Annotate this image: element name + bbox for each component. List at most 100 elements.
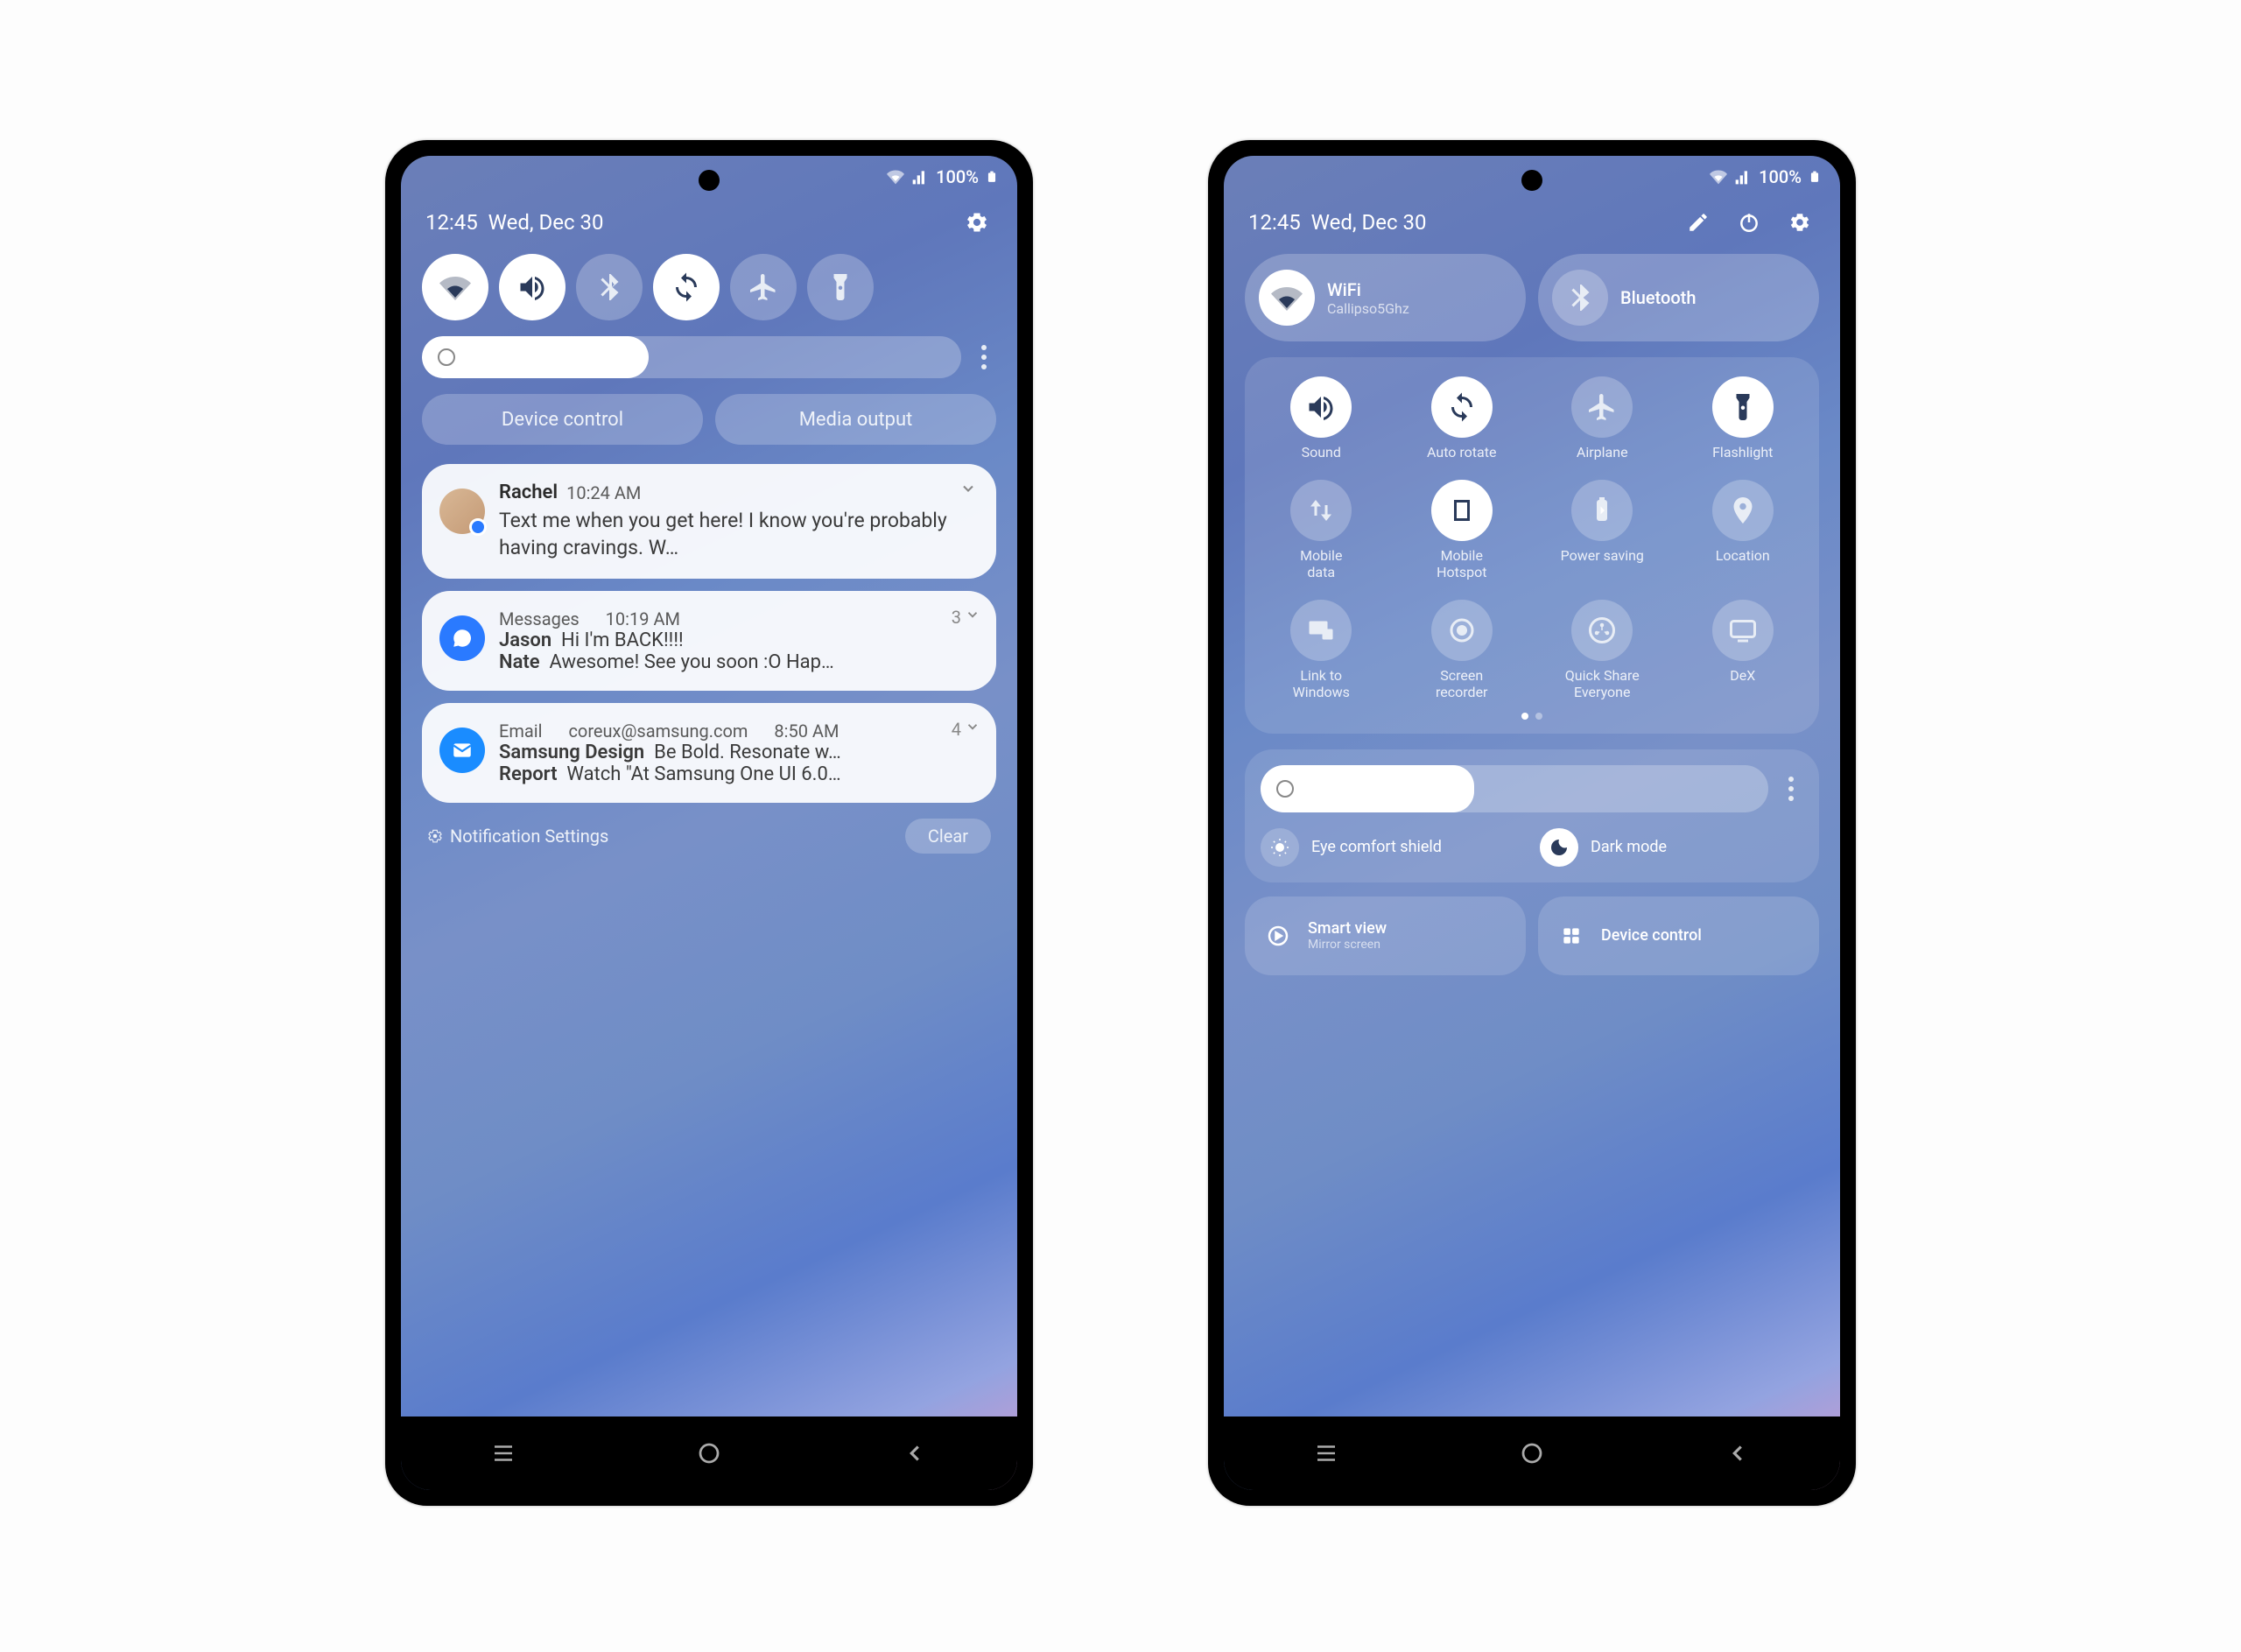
app-name: Messages xyxy=(499,608,580,629)
qs-tile-dex[interactable]: DeX xyxy=(1677,600,1809,700)
eye-comfort-toggle[interactable]: Eye comfort shield xyxy=(1261,828,1524,867)
screenrecorder-icon xyxy=(1431,600,1493,661)
chevron-down-icon[interactable] xyxy=(965,607,980,626)
bluetooth-toggle[interactable] xyxy=(576,254,643,320)
smart-view-tile[interactable]: Smart view Mirror screen xyxy=(1245,896,1526,975)
notification-card[interactable]: Messages 10:19 AM Jason Hi I'm BACK!!!! … xyxy=(422,591,996,691)
home-button[interactable] xyxy=(657,1431,762,1475)
qs-tile-label: Sound xyxy=(1302,445,1341,460)
qs-tile-mobiledata[interactable]: Mobiledata xyxy=(1255,480,1387,580)
chevron-down-icon[interactable] xyxy=(959,480,977,501)
notif-text: Hi I'm BACK!!!! xyxy=(561,629,684,651)
autorotate-icon xyxy=(1431,376,1493,438)
qs-tile-autorotate[interactable]: Auto rotate xyxy=(1396,376,1528,460)
notif-body: Text me when you get here! I know you're… xyxy=(499,507,979,561)
qs-tile-label: Airplane xyxy=(1577,445,1628,460)
bottom-shortcuts: Smart view Mirror screen Device control xyxy=(1224,896,1840,975)
brightness-panel: Eye comfort shield Dark mode xyxy=(1245,749,1819,882)
panel-header: 12:45 Wed, Dec 30 xyxy=(1224,198,1840,254)
qs-tile-linktowindows[interactable]: Link toWindows xyxy=(1255,600,1387,700)
shortcut-pills: Device control Media output xyxy=(401,394,1017,464)
wifi-icon xyxy=(1259,270,1315,326)
brightness-more-button[interactable] xyxy=(972,345,996,369)
qs-tile-label: MobileHotspot xyxy=(1437,548,1486,580)
flashlight-toggle[interactable] xyxy=(807,254,874,320)
power-button[interactable] xyxy=(1733,207,1765,238)
battery-percent: 100% xyxy=(936,166,979,187)
qs-tile-hotspot[interactable]: MobileHotspot xyxy=(1396,480,1528,580)
qs-tile-airplane[interactable]: Airplane xyxy=(1536,376,1668,460)
notif-time: 10:24 AM xyxy=(566,482,641,503)
qs-tile-label: Link toWindows xyxy=(1293,668,1350,700)
notif-text: Watch "At Samsung One UI 6.0… xyxy=(566,763,840,785)
bluetooth-tile-title: Bluetooth xyxy=(1620,287,1696,308)
brightness-more-button[interactable] xyxy=(1779,777,1803,801)
phone-right: 100% 12:45 Wed, Dec 30 WiFi Callipso5Ghz xyxy=(1208,140,1856,1506)
media-output-pill[interactable]: Media output xyxy=(715,394,996,445)
home-button[interactable] xyxy=(1479,1431,1584,1475)
qs-tile-screenrecorder[interactable]: Screenrecorder xyxy=(1396,600,1528,700)
time-date: 12:45 Wed, Dec 30 xyxy=(1248,210,1427,235)
avatar xyxy=(439,489,485,534)
bluetooth-icon xyxy=(1552,270,1608,326)
dex-icon xyxy=(1712,600,1774,661)
panel-header: 12:45 Wed, Dec 30 xyxy=(401,198,1017,254)
notification-footer: Notification Settings Clear xyxy=(401,815,1017,857)
brightness-slider[interactable] xyxy=(422,336,961,378)
flashlight-icon xyxy=(1712,376,1774,438)
sender-name: Nate xyxy=(499,651,540,673)
screen-left: 100% 12:45 Wed, Dec 30 xyxy=(401,156,1017,1490)
clear-button[interactable]: Clear xyxy=(905,819,991,854)
chevron-down-icon[interactable] xyxy=(965,719,980,738)
dark-mode-icon xyxy=(1540,828,1578,867)
notification-settings-link[interactable]: Notification Settings xyxy=(427,826,608,847)
qs-tile-location[interactable]: Location xyxy=(1677,480,1809,580)
notif-time: 8:50 AM xyxy=(774,721,839,742)
notif-time: 10:19 AM xyxy=(606,608,680,629)
email-app-icon xyxy=(439,728,485,773)
quick-settings-row xyxy=(401,254,1017,336)
qs-tile-flashlight[interactable]: Flashlight xyxy=(1677,376,1809,460)
notif-count: 3 xyxy=(952,607,961,628)
camera-cutout xyxy=(1521,170,1542,191)
location-icon xyxy=(1712,480,1774,541)
qs-tile-label: Mobiledata xyxy=(1300,548,1342,580)
notification-card[interactable]: Email coreux@samsung.com 8:50 AM Samsung… xyxy=(422,703,996,803)
settings-button[interactable] xyxy=(1784,207,1816,238)
linktowindows-icon xyxy=(1290,600,1352,661)
airplane-toggle[interactable] xyxy=(730,254,797,320)
screen-right: 100% 12:45 Wed, Dec 30 WiFi Callipso5Ghz xyxy=(1224,156,1840,1490)
brightness-row xyxy=(401,336,1017,394)
qs-tile-quickshare[interactable]: Quick ShareEveryone xyxy=(1536,600,1668,700)
qs-tile-sound[interactable]: Sound xyxy=(1255,376,1387,460)
recents-button[interactable] xyxy=(451,1431,556,1475)
camera-cutout xyxy=(699,170,720,191)
back-button[interactable] xyxy=(1685,1431,1790,1475)
edit-button[interactable] xyxy=(1683,207,1714,238)
wifi-tile[interactable]: WiFi Callipso5Ghz xyxy=(1245,254,1526,341)
recents-button[interactable] xyxy=(1274,1431,1379,1475)
wifi-toggle[interactable] xyxy=(422,254,488,320)
device-control-tile[interactable]: Device control xyxy=(1538,896,1819,975)
brightness-slider[interactable] xyxy=(1261,765,1768,812)
device-control-pill[interactable]: Device control xyxy=(422,394,703,445)
sound-toggle[interactable] xyxy=(499,254,566,320)
smart-view-title: Smart view xyxy=(1308,919,1387,938)
device-control-title: Device control xyxy=(1601,926,1702,945)
sender-name: Report xyxy=(499,763,557,785)
quick-settings-panel: Sound Auto rotate Airplane Flashlight Mobile… xyxy=(1245,357,1819,734)
autorotate-toggle[interactable] xyxy=(653,254,720,320)
app-badge-icon xyxy=(469,518,487,536)
qs-tile-powersaving[interactable]: Power saving xyxy=(1536,480,1668,580)
settings-button[interactable] xyxy=(961,207,993,238)
eye-comfort-icon xyxy=(1261,828,1299,867)
eye-comfort-label: Eye comfort shield xyxy=(1311,838,1442,856)
bluetooth-tile[interactable]: Bluetooth xyxy=(1538,254,1819,341)
mobiledata-icon xyxy=(1290,480,1352,541)
qs-tile-label: Quick ShareEveryone xyxy=(1565,668,1640,700)
dark-mode-toggle[interactable]: Dark mode xyxy=(1540,828,1803,867)
back-button[interactable] xyxy=(862,1431,967,1475)
page-indicator[interactable] xyxy=(1255,713,1809,720)
notification-card[interactable]: Rachel10:24 AM Text me when you get here… xyxy=(422,464,996,579)
navigation-bar xyxy=(401,1417,1017,1490)
